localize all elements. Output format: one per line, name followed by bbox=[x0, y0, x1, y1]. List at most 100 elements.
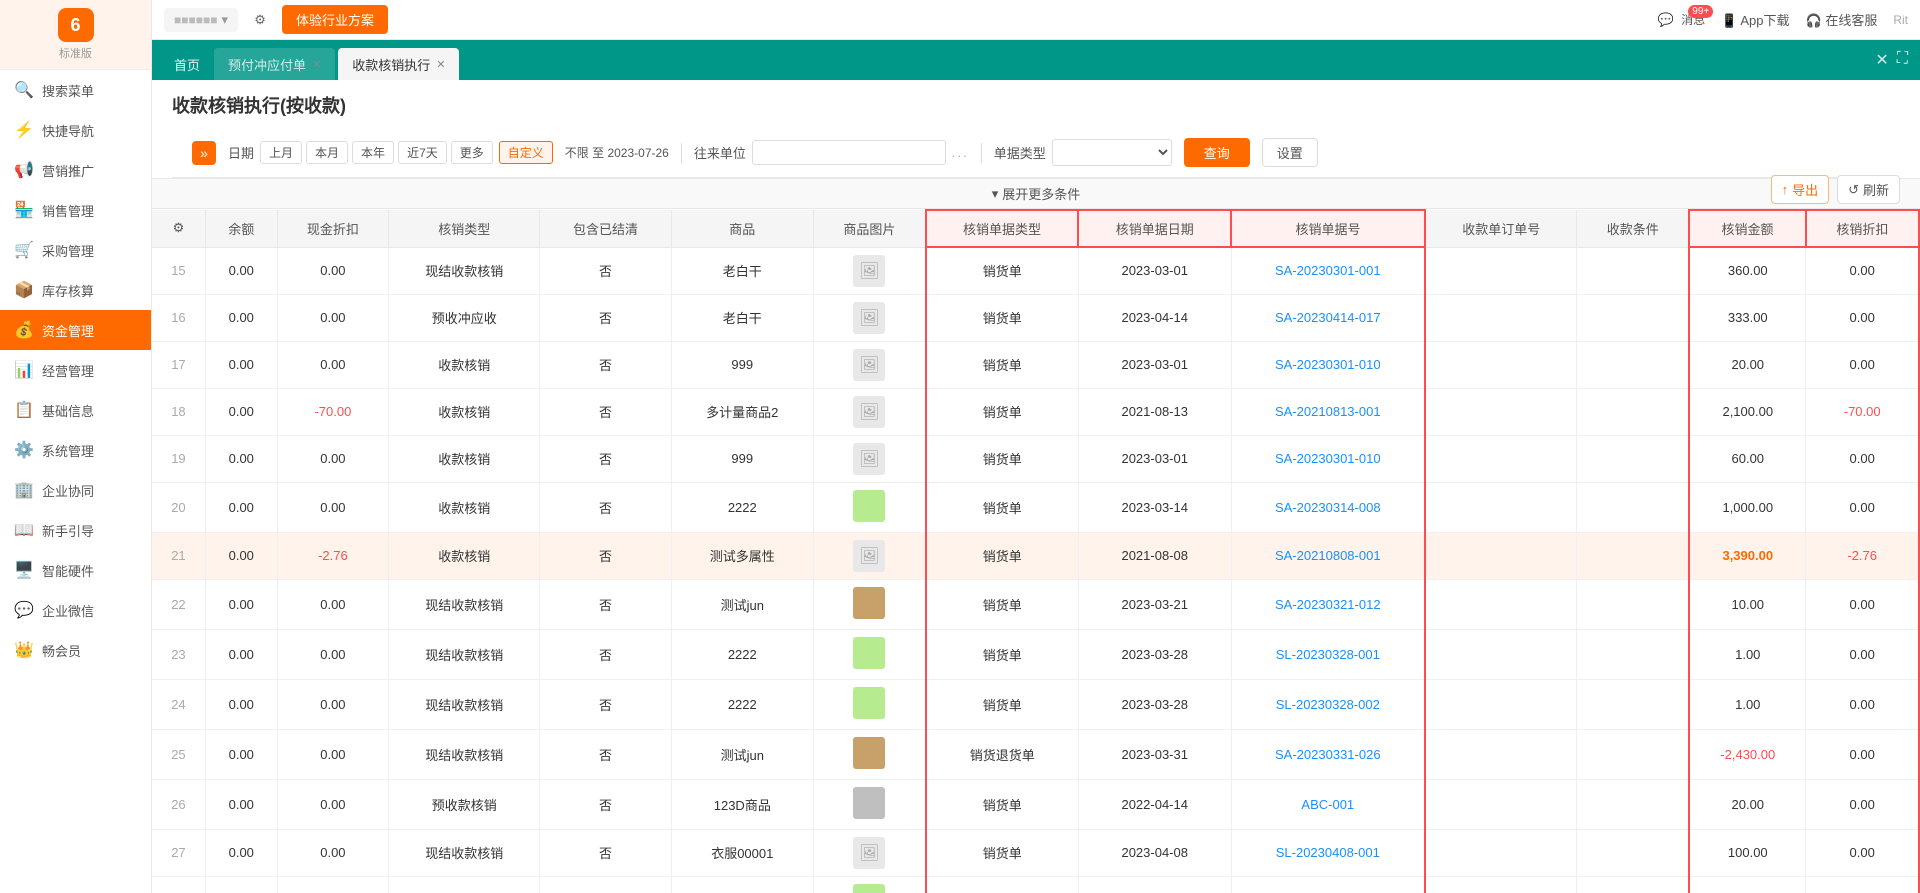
row-cancel-bill-no-16[interactable]: SA-20230414-017 bbox=[1231, 294, 1425, 341]
row-goods-img-15: 🖼 bbox=[813, 247, 925, 294]
date-btn-近7天[interactable]: 近7天 bbox=[398, 141, 447, 164]
user-name[interactable]: Rit bbox=[1893, 13, 1908, 27]
row-gear-17[interactable]: 17 bbox=[152, 341, 205, 388]
maximize-btn[interactable]: ⛶ bbox=[1897, 50, 1908, 70]
row-cancel-bill-type-22: 销货单 bbox=[926, 579, 1079, 629]
row-receipt-condition-22 bbox=[1577, 579, 1689, 629]
row-cancel-bill-no-18[interactable]: SA-20210813-001 bbox=[1231, 388, 1425, 435]
sidebar-item-inventory[interactable]: 📦 库存核算 bbox=[0, 270, 151, 310]
row-receipt-order-no-28 bbox=[1425, 876, 1577, 893]
row-goods-16: 老白干 bbox=[671, 294, 813, 341]
row-balance-20: 0.00 bbox=[205, 482, 277, 532]
sidebar-item-operation[interactable]: 📊 经营管理 bbox=[0, 350, 151, 390]
sidebar-label-wechat: 企业微信 bbox=[42, 601, 94, 620]
row-cancel-bill-no-27[interactable]: SL-20230408-001 bbox=[1231, 829, 1425, 876]
row-cancel-bill-no-26[interactable]: ABC-001 bbox=[1231, 779, 1425, 829]
row-cancel-bill-no-20[interactable]: SA-20230314-008 bbox=[1231, 482, 1425, 532]
row-cancel-amount-15: 360.00 bbox=[1689, 247, 1806, 294]
row-receipt-order-no-23 bbox=[1425, 629, 1577, 679]
sidebar-item-sales[interactable]: 🏪 销售管理 bbox=[0, 190, 151, 230]
expand-conditions-btn[interactable]: ▾ 展开更多条件 bbox=[992, 184, 1081, 203]
sidebar-item-system[interactable]: ⚙️ 系统管理 bbox=[0, 430, 151, 470]
row-include-settled-27: 否 bbox=[540, 829, 671, 876]
row-cancel-bill-no-19[interactable]: SA-20230301-010 bbox=[1231, 435, 1425, 482]
row-gear-20[interactable]: 20 bbox=[152, 482, 205, 532]
inventory-icon: 📦 bbox=[14, 280, 34, 300]
row-include-settled-25: 否 bbox=[540, 729, 671, 779]
sidebar-item-basic[interactable]: 📋 基础信息 bbox=[0, 390, 151, 430]
date-btn-更多[interactable]: 更多 bbox=[451, 141, 493, 164]
row-gear-18[interactable]: 18 bbox=[152, 388, 205, 435]
sidebar-item-marketing[interactable]: 📢 营销推广 bbox=[0, 150, 151, 190]
row-cancel-type-17: 收款核销 bbox=[389, 341, 540, 388]
sidebar-item-enterprise[interactable]: 🏢 企业协同 bbox=[0, 470, 151, 510]
row-gear-23[interactable]: 23 bbox=[152, 629, 205, 679]
row-gear-22[interactable]: 22 bbox=[152, 579, 205, 629]
row-balance-15: 0.00 bbox=[205, 247, 277, 294]
sidebar-item-wechat[interactable]: 💬 企业微信 bbox=[0, 590, 151, 630]
tab-prepay[interactable]: 预付冲应付单✕ bbox=[214, 48, 335, 80]
export-btn[interactable]: ↑ 导出 bbox=[1771, 175, 1830, 204]
row-gear-15[interactable]: 15 bbox=[152, 247, 205, 294]
row-receipt-order-no-26 bbox=[1425, 779, 1577, 829]
sidebar-item-finance[interactable]: 💰 资金管理 bbox=[0, 310, 151, 350]
chevron-down-icon: ▾ bbox=[222, 12, 229, 28]
col-header-goods: 商品 bbox=[671, 210, 813, 247]
sidebar-item-member[interactable]: 👑 畅会员 bbox=[0, 630, 151, 670]
settings-icon[interactable]: ⚙ bbox=[246, 6, 274, 34]
row-cancel-bill-no-21[interactable]: SA-20210808-001 bbox=[1231, 532, 1425, 579]
sidebar-item-quick-nav[interactable]: ⚡ 快捷导航 bbox=[0, 110, 151, 150]
row-cancel-bill-no-28[interactable]: SL-20230418-001 bbox=[1231, 876, 1425, 893]
bill-type-select[interactable] bbox=[1052, 139, 1172, 166]
sidebar-item-hardware[interactable]: 🖥️ 智能硬件 bbox=[0, 550, 151, 590]
company-selector[interactable]: ■■■■■■ ▾ bbox=[164, 8, 238, 32]
filter-toggle-btn[interactable]: » bbox=[192, 141, 216, 165]
setting-btn[interactable]: 设置 bbox=[1262, 138, 1318, 167]
row-cancel-bill-type-18: 销货单 bbox=[926, 388, 1079, 435]
sidebar-item-search-menu[interactable]: 🔍 搜索菜单 bbox=[0, 70, 151, 110]
message-btn[interactable]: 💬 99+ 消息 bbox=[1657, 11, 1705, 28]
export-icon: ↑ bbox=[1782, 182, 1789, 197]
tab-close-receipt-cancel[interactable]: ✕ bbox=[436, 58, 445, 71]
date-btn-本年[interactable]: 本年 bbox=[352, 141, 394, 164]
row-gear-21[interactable]: 21 bbox=[152, 532, 205, 579]
refresh-btn[interactable]: ↺ 刷新 bbox=[1837, 175, 1900, 204]
custom-date-btn[interactable]: 自定义 bbox=[499, 141, 553, 164]
tab-close-prepay[interactable]: ✕ bbox=[312, 58, 321, 71]
row-cancel-bill-no-22[interactable]: SA-20230321-012 bbox=[1231, 579, 1425, 629]
industry-btn[interactable]: 体验行业方案 bbox=[282, 5, 388, 34]
col-header-cancel-bill-type: 核销单据类型 bbox=[926, 210, 1079, 247]
row-cancel-amount-28: 100.00 bbox=[1689, 876, 1806, 893]
row-gear-28[interactable]: 28 bbox=[152, 876, 205, 893]
goods-image-placeholder: 🖼 bbox=[853, 255, 885, 287]
row-cancel-bill-no-24[interactable]: SL-20230328-002 bbox=[1231, 679, 1425, 729]
app-download-btn[interactable]: 📱 App下载 bbox=[1721, 10, 1789, 29]
tab-home[interactable]: 首页 bbox=[160, 48, 214, 80]
table-row: 200.000.00收款核销否2222销货单2023-03-14SA-20230… bbox=[152, 482, 1919, 532]
close-tab-btn[interactable]: ✕ bbox=[1875, 50, 1888, 70]
goods-image-placeholder: 🖼 bbox=[853, 837, 885, 869]
row-gear-26[interactable]: 26 bbox=[152, 779, 205, 829]
sidebar-item-purchase[interactable]: 🛒 采购管理 bbox=[0, 230, 151, 270]
date-btn-上月[interactable]: 上月 bbox=[260, 141, 302, 164]
row-gear-24[interactable]: 24 bbox=[152, 679, 205, 729]
sidebar-label-purchase: 采购管理 bbox=[42, 241, 94, 260]
row-receipt-order-no-20 bbox=[1425, 482, 1577, 532]
sidebar-item-guide[interactable]: 📖 新手引导 bbox=[0, 510, 151, 550]
query-btn[interactable]: 查询 bbox=[1184, 138, 1250, 167]
row-cancel-discount-16: 0.00 bbox=[1806, 294, 1919, 341]
row-cash-discount-17: 0.00 bbox=[277, 341, 388, 388]
counterpart-input[interactable] bbox=[752, 140, 946, 165]
tab-receipt-cancel[interactable]: 收款核销执行✕ bbox=[338, 48, 459, 80]
row-gear-16[interactable]: 16 bbox=[152, 294, 205, 341]
row-cancel-bill-no-23[interactable]: SL-20230328-001 bbox=[1231, 629, 1425, 679]
online-service-btn[interactable]: 🎧 在线客服 bbox=[1806, 10, 1878, 29]
row-cancel-bill-no-17[interactable]: SA-20230301-010 bbox=[1231, 341, 1425, 388]
row-gear-25[interactable]: 25 bbox=[152, 729, 205, 779]
row-gear-19[interactable]: 19 bbox=[152, 435, 205, 482]
row-cancel-bill-no-15[interactable]: SA-20230301-001 bbox=[1231, 247, 1425, 294]
row-cancel-bill-no-25[interactable]: SA-20230331-026 bbox=[1231, 729, 1425, 779]
row-gear-27[interactable]: 27 bbox=[152, 829, 205, 876]
row-cancel-bill-type-27: 销货单 bbox=[926, 829, 1079, 876]
date-btn-本月[interactable]: 本月 bbox=[306, 141, 348, 164]
